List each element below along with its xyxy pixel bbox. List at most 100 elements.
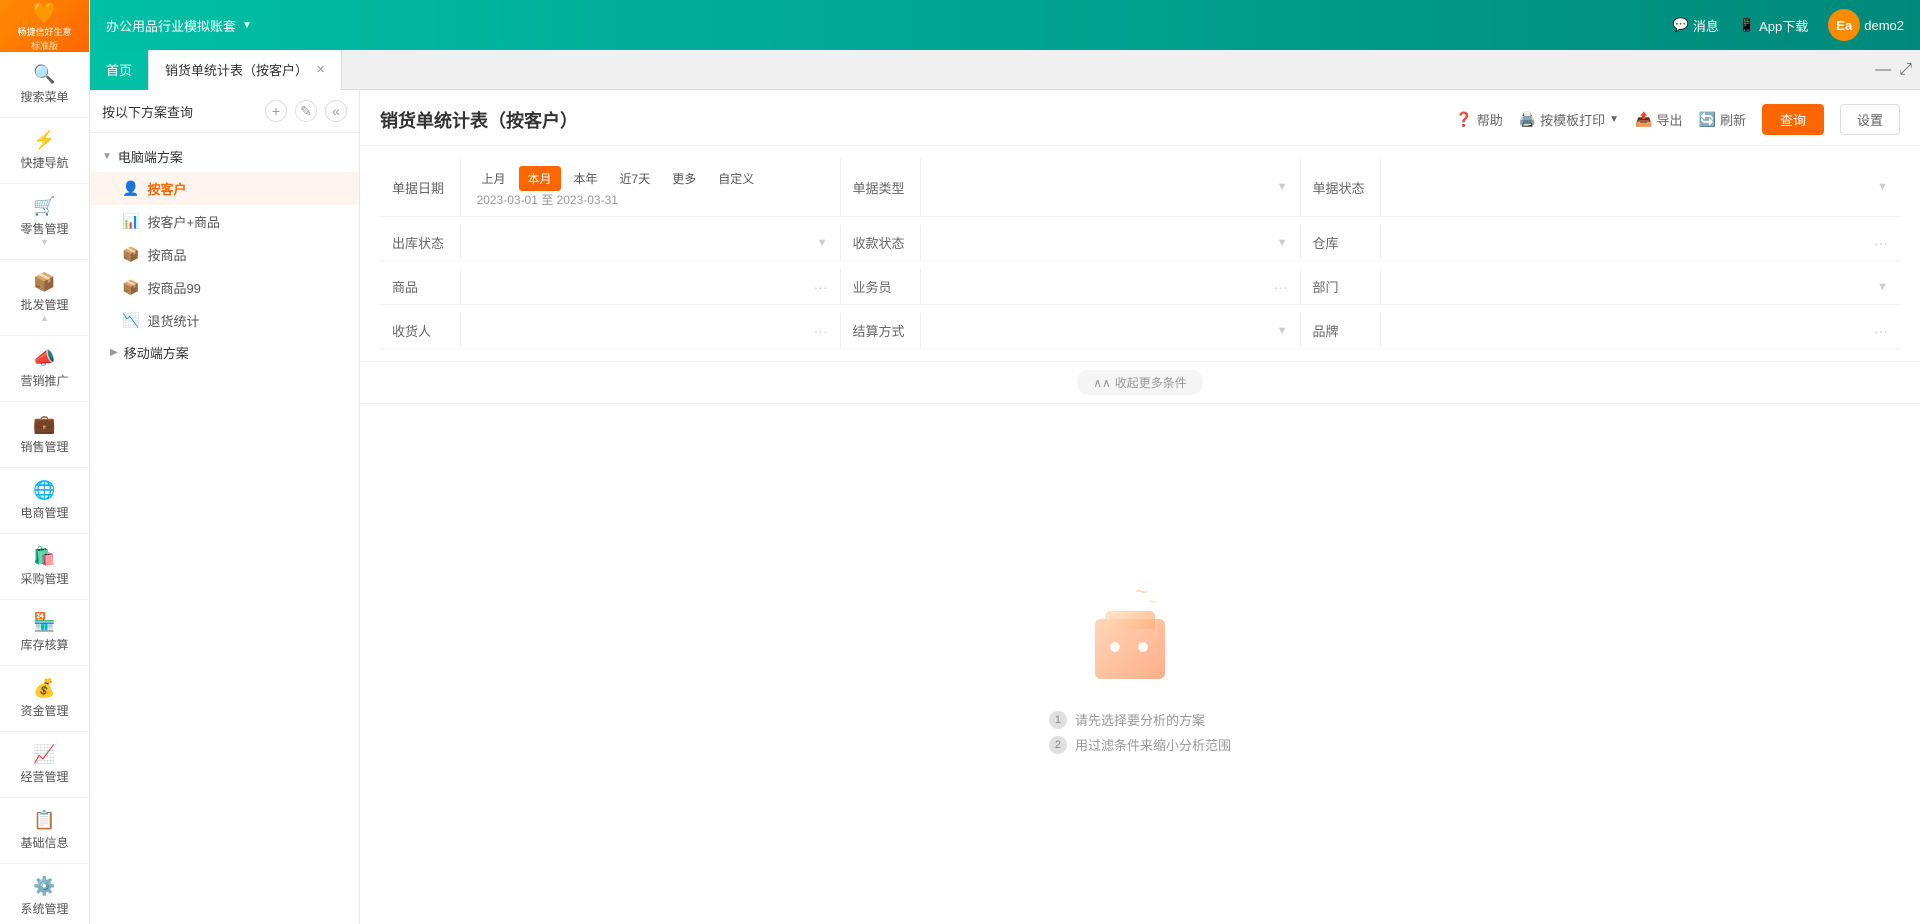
industry-chevron: ▼	[242, 20, 252, 31]
refresh-btn[interactable]: 🔄 刷新	[1699, 110, 1746, 129]
industry-name: 办公用品行业模拟账套	[106, 16, 236, 35]
scheme-item-goods99[interactable]: 📦 按商品99	[90, 271, 359, 304]
logo-icon: 🧡	[32, 0, 57, 25]
edit-scheme-btn[interactable]: ✎	[295, 100, 317, 122]
order-status-cell[interactable]: ▼	[1380, 158, 1900, 217]
sidebar-item-basic[interactable]: 📋 基础信息	[0, 798, 89, 864]
filter-table-row2: 出库状态 ▼ 收款状态 ▼ 仓库	[380, 225, 1900, 261]
sidebar-item-search[interactable]: 🔍 搜索菜单	[0, 52, 89, 118]
mobile-section: ▶ 移动端方案	[90, 337, 359, 368]
dept-cell[interactable]: ▼	[1380, 269, 1900, 305]
out-status-cell[interactable]: ▼	[460, 225, 840, 261]
sidebar-item-retail[interactable]: 🛒 零售管理 ▼	[0, 184, 89, 260]
empty-tip-2-text: 用过滤条件来缩小分析范围	[1075, 735, 1231, 754]
goods-dots: ···	[814, 279, 828, 295]
collapse-label: 收起更多条件	[1115, 374, 1187, 391]
desktop-section-header[interactable]: ▼ 电脑端方案	[90, 141, 359, 172]
collapse-bar: ∧∧ 收起更多条件	[360, 362, 1920, 404]
user-menu[interactable]: Ea demo2	[1828, 9, 1904, 41]
app-download-label: App下载	[1759, 16, 1808, 35]
warehouse-label: 仓库	[1300, 225, 1380, 261]
scheme-customer-goods-label: 按客户+商品	[147, 212, 220, 231]
sidebar-item-ecommerce[interactable]: 🌐 电商管理	[0, 468, 89, 534]
collapse-panel-btn[interactable]: «	[325, 100, 347, 122]
return-icon: 📉	[122, 312, 139, 329]
close-tab-icon[interactable]: ✕	[316, 63, 325, 76]
export-btn[interactable]: 📤 导出	[1635, 110, 1682, 129]
tab-sales-stat[interactable]: 销货单统计表（按客户） ✕	[149, 50, 342, 90]
warehouse-cell[interactable]: ···	[1380, 225, 1900, 261]
scheme-item-return[interactable]: 📉 退货统计	[90, 304, 359, 337]
sidebar-item-operations[interactable]: 📈 经营管理	[0, 732, 89, 798]
top-header: 办公用品行业模拟账套 ▼ 💬 消息 📱 App下载 Ea demo2	[90, 0, 1920, 50]
wholesale-icon: 📦	[33, 272, 55, 293]
add-scheme-btn[interactable]: +	[265, 100, 287, 122]
receive-status-cell[interactable]: ▼	[920, 225, 1300, 261]
customer-icon: 👤	[122, 180, 139, 197]
filter-table-row4: 收货人 ··· 结算方式 ▼ 品牌	[380, 313, 1900, 349]
maximize-icon[interactable]: ⤢	[1899, 61, 1912, 79]
query-button[interactable]: 查询	[1762, 104, 1824, 135]
brand-dots: ···	[1874, 323, 1888, 339]
tab-home[interactable]: 首页	[90, 50, 149, 90]
date-btn-7days[interactable]: 近7天	[611, 166, 660, 191]
sidebar-item-sales[interactable]: 💼 销售管理	[0, 402, 89, 468]
order-status-label: 单据状态	[1300, 158, 1380, 217]
sidebar-item-system[interactable]: ⚙️ 系统管理	[0, 864, 89, 924]
sidebar: 🧡 畅捷信好生意 标准版 🔍 搜索菜单 ⚡ 快捷导航 🛒 零售管理 ▼ 📦 批发…	[0, 0, 90, 924]
sidebar-item-quicknav[interactable]: ⚡ 快捷导航	[0, 118, 89, 184]
help-btn[interactable]: ❓ 帮助	[1455, 110, 1502, 129]
date-filter-cell: 上月 本月 本年 近7天 更多 自定义 2023-03-01 至 2023-03…	[460, 158, 840, 217]
sidebar-item-purchase[interactable]: 🛍️ 采购管理	[0, 534, 89, 600]
mobile-arrow: ▶	[110, 347, 118, 358]
sidebar-item-marketing[interactable]: 📣 营销推广	[0, 336, 89, 402]
industry-select[interactable]: 办公用品行业模拟账套 ▼	[106, 16, 252, 35]
scheme-item-goods[interactable]: 📦 按商品	[90, 238, 359, 271]
date-btn-this-year[interactable]: 本年	[565, 166, 607, 191]
date-btn-custom[interactable]: 自定义	[709, 166, 763, 191]
avatar: Ea	[1828, 9, 1860, 41]
sidebar-basic-label: 基础信息	[20, 834, 68, 851]
minimize-icon[interactable]: —	[1875, 61, 1891, 79]
filter-area: 单据日期 上月 本月 本年 近7天 更多 自定义 2023-03-01 至 20…	[360, 146, 1920, 362]
goods-cell[interactable]: ···	[460, 269, 840, 305]
sidebar-item-finance[interactable]: 💰 资金管理	[0, 666, 89, 732]
settlement-cell[interactable]: ▼	[920, 313, 1300, 349]
date-btn-prev-month[interactable]: 上月	[473, 166, 515, 191]
sidebar-item-inventory[interactable]: 🏪 库存核算	[0, 600, 89, 666]
empty-illustration: ~ ~	[1080, 574, 1200, 694]
purchase-icon: 🛍️	[33, 546, 55, 567]
collapse-icon: ∧∧	[1093, 376, 1111, 390]
template-print-btn[interactable]: 🖨️ 按模板打印 ▼	[1519, 110, 1619, 129]
order-type-label: 单据类型	[840, 158, 920, 217]
salesman-dots: ···	[1274, 279, 1288, 295]
sidebar-retail-label: 零售管理	[20, 220, 68, 237]
salesman-cell[interactable]: ···	[920, 269, 1300, 305]
sidebar-system-label: 系统管理	[20, 900, 68, 917]
left-panel: 按以下方案查询 + ✎ « ▼ 电脑端方案 👤 按客户 📊	[90, 90, 360, 924]
scheme-item-customer[interactable]: 👤 按客户	[90, 172, 359, 205]
chevron-down-icon: ▼	[40, 237, 49, 247]
app-download-btn[interactable]: 📱 App下载	[1739, 16, 1808, 35]
out-status-chevron: ▼	[817, 237, 828, 249]
message-btn[interactable]: 💬 消息	[1673, 16, 1719, 35]
mobile-section-header[interactable]: ▶ 移动端方案	[90, 337, 359, 368]
brand-cell[interactable]: ···	[1380, 313, 1900, 349]
empty-tips: 1 请先选择要分析的方案 2 用过滤条件来缩小分析范围	[1049, 710, 1231, 754]
app-logo[interactable]: 🧡 畅捷信好生意 标准版	[0, 0, 90, 52]
settings-button[interactable]: 设置	[1840, 104, 1900, 135]
date-range: 2023-03-01 至 2023-03-31	[477, 193, 618, 207]
dept-label: 部门	[1300, 269, 1380, 305]
date-btn-this-month[interactable]: 本月	[519, 166, 561, 191]
order-type-cell[interactable]: ▼	[920, 158, 1300, 217]
recipient-dots: ···	[814, 323, 828, 339]
date-btn-more[interactable]: 更多	[663, 166, 705, 191]
sidebar-ecommerce-label: 电商管理	[20, 504, 68, 521]
header-right: 💬 消息 📱 App下载 Ea demo2	[1673, 9, 1904, 41]
recipient-cell[interactable]: ···	[460, 313, 840, 349]
collapse-btn[interactable]: ∧∧ 收起更多条件	[1077, 370, 1203, 395]
title-actions: ❓ 帮助 🖨️ 按模板打印 ▼ 📤 导出 🔄 刷新	[1455, 104, 1900, 135]
sidebar-item-wholesale[interactable]: 📦 批发管理 ▲	[0, 260, 89, 336]
receive-status-chevron: ▼	[1277, 237, 1288, 249]
scheme-item-customer-goods[interactable]: 📊 按客户+商品	[90, 205, 359, 238]
